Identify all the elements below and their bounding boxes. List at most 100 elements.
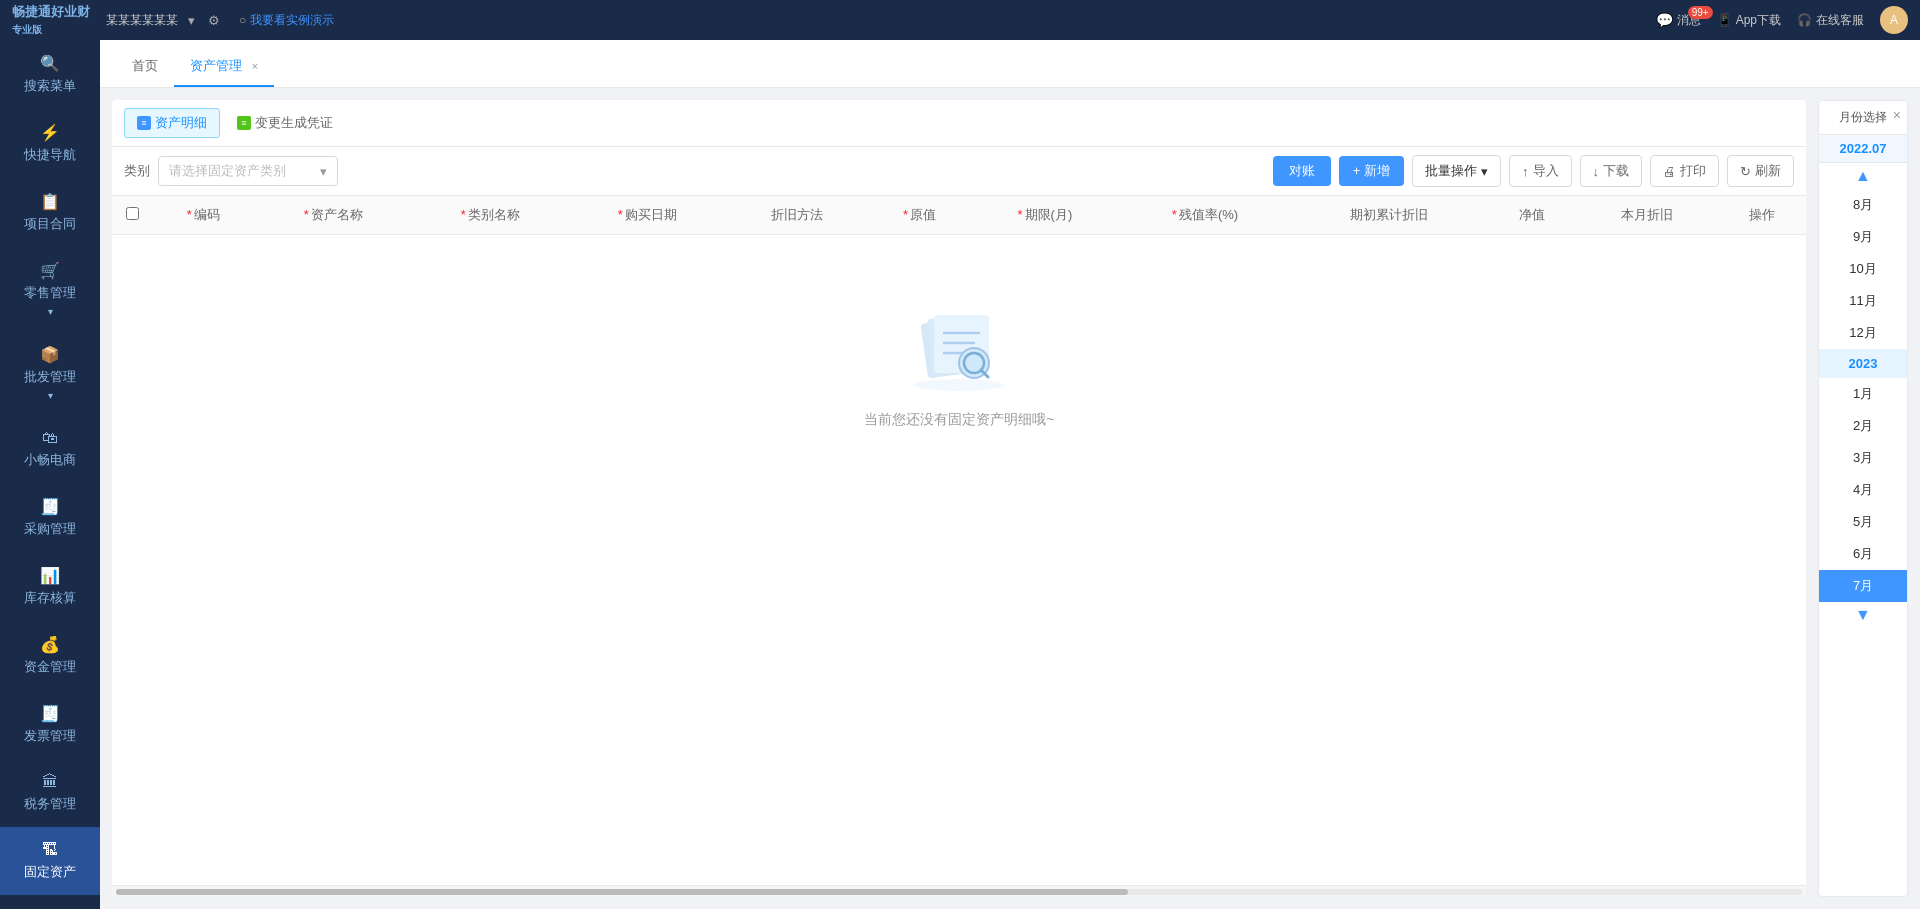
invoice-icon: 🧾 xyxy=(40,704,60,723)
tab-bar: 首页 资产管理 × xyxy=(100,40,1920,88)
tab-close-icon[interactable]: × xyxy=(252,60,258,72)
print-button[interactable]: 🖨 打印 xyxy=(1650,155,1719,187)
sidebar-item-fixed-assets[interactable]: 🏗 固定资产 xyxy=(0,827,100,895)
month-item-feb-2023[interactable]: 2月 xyxy=(1819,410,1907,442)
batch-dropdown-icon: ▾ xyxy=(1481,164,1488,179)
refresh-icon: ↻ xyxy=(1740,164,1751,179)
th-operation: 操作 xyxy=(1718,196,1806,235)
svg-point-0 xyxy=(914,379,1004,391)
online-service-button[interactable]: 🎧 在线客服 xyxy=(1797,12,1864,29)
download-button[interactable]: ↓ 下载 xyxy=(1580,155,1643,187)
month-item-jul-2023[interactable]: 7月 xyxy=(1819,570,1907,602)
month-item-nov-2022[interactable]: 11月 xyxy=(1819,285,1907,317)
demo-link[interactable]: ○ 我要看实例演示 xyxy=(239,12,334,29)
asset-detail-icon: ≡ xyxy=(137,116,151,130)
sub-tabs: ≡ 资产明细 ≡ 变更生成凭证 xyxy=(112,100,1806,147)
filter-area: 类别 请选择固定资产类别 ▾ xyxy=(124,156,338,186)
purchase-icon: 🧾 xyxy=(40,497,60,516)
th-net-value: 净值 xyxy=(1488,196,1576,235)
month-nav-down[interactable]: ▼ xyxy=(1819,602,1907,628)
sub-tab-change-voucher[interactable]: ≡ 变更生成凭证 xyxy=(224,108,346,138)
toolbar: 类别 请选择固定资产类别 ▾ 对账 + 新增 批量操作 ▾ ↑ xyxy=(112,147,1806,196)
th-initial-depreciation: 期初累计折旧 xyxy=(1291,196,1488,235)
month-item-oct-2022[interactable]: 10月 xyxy=(1819,253,1907,285)
quick-nav-icon: ⚡ xyxy=(40,123,60,142)
reconcile-button[interactable]: 对账 xyxy=(1273,156,1331,186)
batch-button[interactable]: 批量操作 ▾ xyxy=(1412,155,1501,187)
scrollbar-thumb[interactable] xyxy=(116,889,1128,895)
main-panel: ≡ 资产明细 ≡ 变更生成凭证 类别 请选择固定资产类别 ▾ xyxy=(112,100,1806,897)
sidebar-item-salary[interactable]: 💵 工资 xyxy=(0,895,100,909)
month-item-dec-2022[interactable]: 12月 xyxy=(1819,317,1907,349)
th-code: *编码 xyxy=(152,196,255,235)
month-item-may-2023[interactable]: 5月 xyxy=(1819,506,1907,538)
sidebar-item-project[interactable]: 📋 项目合同 xyxy=(0,178,100,247)
content-area: 首页 资产管理 × ≡ 资产明细 ≡ 变更生成凭证 xyxy=(100,40,1920,909)
month-list: ▲ 8月 9月 10月 11月 12月 2023 1月 2月 3月 4月 5月 xyxy=(1819,163,1907,896)
year-label-2023: 2023 xyxy=(1819,349,1907,378)
sidebar-item-quick-nav[interactable]: ⚡ 快捷导航 xyxy=(0,109,100,178)
account-name: 某某某某某某 xyxy=(106,12,178,29)
sidebar-item-purchase[interactable]: 🧾 采购管理 xyxy=(0,483,100,552)
sidebar-item-tax[interactable]: 🏛 税务管理 xyxy=(0,759,100,827)
month-item-apr-2023[interactable]: 4月 xyxy=(1819,474,1907,506)
sidebar-item-retail[interactable]: 🛒 零售管理 ▾ xyxy=(0,247,100,331)
inventory-icon: 📊 xyxy=(40,566,60,585)
month-item-jun-2023[interactable]: 6月 xyxy=(1819,538,1907,570)
messages-button[interactable]: 💬 消息 99+ xyxy=(1656,12,1701,29)
sidebar-item-ecommerce[interactable]: 🛍 小畅电商 xyxy=(0,415,100,483)
month-item-mar-2023[interactable]: 3月 xyxy=(1819,442,1907,474)
th-purchase-date: *购买日期 xyxy=(569,196,726,235)
month-panel-close-icon[interactable]: × xyxy=(1893,107,1901,123)
top-bar: 畅捷通好业财 专业版 某某某某某某 ▾ ⚙ ○ 我要看实例演示 💬 消息 99+… xyxy=(0,0,1920,40)
tab-home[interactable]: 首页 xyxy=(116,47,174,87)
month-item-aug-2022[interactable]: 8月 xyxy=(1819,189,1907,221)
th-depreciation-method: 折旧方法 xyxy=(726,196,868,235)
account-dropdown-icon[interactable]: ▾ xyxy=(188,13,195,28)
th-residual-rate: *残值率(%) xyxy=(1119,196,1291,235)
import-button[interactable]: ↑ 导入 xyxy=(1509,155,1572,187)
wholesale-icon: 📦 xyxy=(40,345,60,364)
select-all-checkbox[interactable] xyxy=(126,207,139,220)
nav-up-icon[interactable]: ▲ xyxy=(1855,167,1871,185)
filter-dropdown-icon: ▾ xyxy=(320,164,327,179)
month-nav-up[interactable]: ▲ xyxy=(1819,163,1907,189)
sidebar-item-inventory[interactable]: 📊 库存核算 xyxy=(0,552,100,621)
month-item-sep-2022[interactable]: 9月 xyxy=(1819,221,1907,253)
refresh-button[interactable]: ↻ 刷新 xyxy=(1727,155,1794,187)
empty-state: 当前您还没有固定资产明细哦~ xyxy=(112,235,1806,489)
add-button[interactable]: + 新增 xyxy=(1339,156,1404,186)
print-icon: 🖨 xyxy=(1663,164,1676,179)
ecommerce-icon: 🛍 xyxy=(42,429,58,447)
filter-label: 类别 xyxy=(124,162,150,180)
tab-asset-management[interactable]: 资产管理 × xyxy=(174,47,274,87)
sidebar-item-wholesale[interactable]: 📦 批发管理 ▾ xyxy=(0,331,100,415)
app-download-button[interactable]: 📱 App下载 xyxy=(1717,12,1781,29)
page-content: ≡ 资产明细 ≡ 变更生成凭证 类别 请选择固定资产类别 ▾ xyxy=(100,88,1920,909)
sidebar-item-search[interactable]: 🔍 搜索菜单 xyxy=(0,40,100,109)
month-panel-header: 月份选择 × xyxy=(1819,101,1907,135)
th-original-value: *原值 xyxy=(868,196,971,235)
change-voucher-icon: ≡ xyxy=(237,116,251,130)
finance-icon: 💰 xyxy=(40,635,60,654)
scrollbar-track xyxy=(116,889,1802,895)
sub-tab-asset-detail[interactable]: ≡ 资产明细 xyxy=(124,108,220,138)
user-avatar[interactable]: A xyxy=(1880,6,1908,34)
nav-down-icon[interactable]: ▼ xyxy=(1855,606,1871,624)
settings-icon[interactable]: ⚙ xyxy=(205,11,223,29)
sidebar-item-invoice[interactable]: 🧾 发票管理 xyxy=(0,690,100,759)
month-panel: 月份选择 × 2022.07 ▲ 8月 9月 10月 11月 12月 xyxy=(1818,100,1908,897)
project-icon: 📋 xyxy=(40,192,60,211)
month-panel-title: 月份选择 xyxy=(1839,109,1887,126)
current-month-display: 2022.07 xyxy=(1840,141,1887,156)
import-icon: ↑ xyxy=(1522,164,1529,179)
horizontal-scrollbar[interactable] xyxy=(112,885,1806,897)
empty-illustration xyxy=(899,295,1019,395)
filter-select-input[interactable]: 请选择固定资产类别 ▾ xyxy=(158,156,338,186)
th-period: *期限(月) xyxy=(971,196,1119,235)
download-icon: ↓ xyxy=(1593,164,1600,179)
sidebar-item-finance[interactable]: 💰 资金管理 xyxy=(0,621,100,690)
top-bar-right: 💬 消息 99+ 📱 App下载 🎧 在线客服 A xyxy=(1656,6,1908,34)
empty-text: 当前您还没有固定资产明细哦~ xyxy=(864,411,1054,429)
month-item-jan-2023[interactable]: 1月 xyxy=(1819,378,1907,410)
